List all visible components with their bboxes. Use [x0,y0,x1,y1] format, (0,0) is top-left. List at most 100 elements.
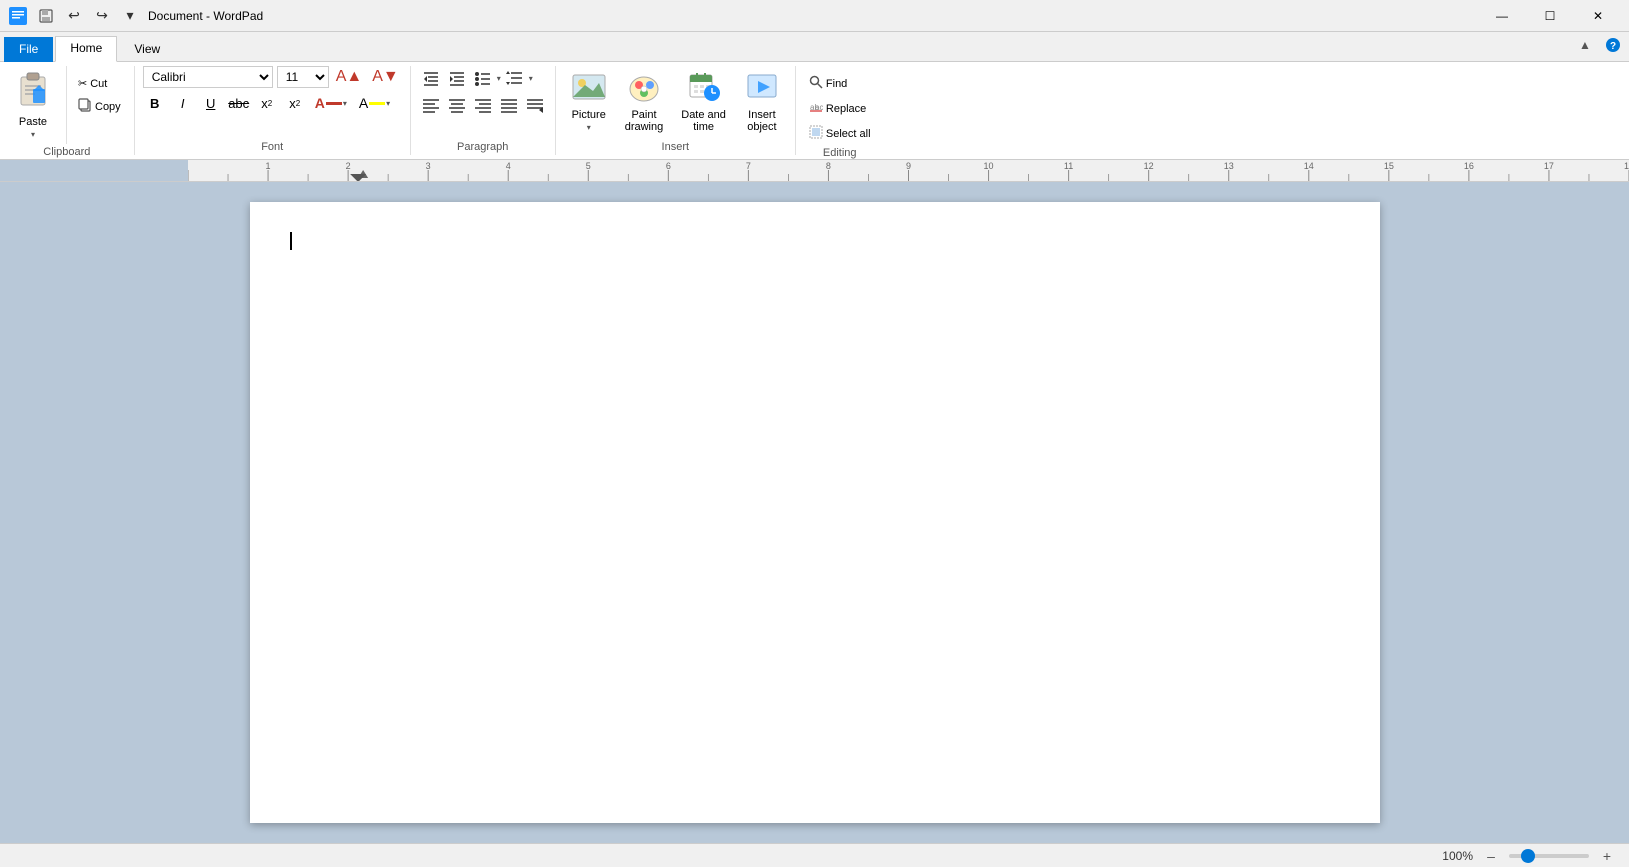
svg-text:15: 15 [1384,161,1394,171]
select-all-button[interactable]: Select all [804,122,876,145]
decrease-indent-button[interactable] [419,66,443,90]
quick-access-toolbar: ↩ ↪ ▾ [34,4,142,28]
font-grow-button[interactable]: A▲ [333,67,366,87]
ruler-left-margin [0,160,188,181]
paragraph-group-content: ▾ ▾ [419,66,547,139]
replace-icon: ab ac [809,100,823,117]
picture-label: Picture [572,109,606,121]
tab-file[interactable]: File [4,37,53,62]
save-button[interactable] [34,4,58,28]
zoom-slider[interactable] [1509,854,1589,858]
customize-qat-button[interactable]: ▾ [118,4,142,28]
date-time-button[interactable]: Date andtime [674,66,733,138]
bullet-list-button[interactable] [471,66,495,90]
clipboard-group-content: Paste ▾ ✂ Cut Copy [8,66,126,144]
maximize-button[interactable]: ☐ [1527,0,1573,32]
window-controls: — ☐ ✕ [1479,0,1621,32]
clipboard-group-label: Clipboard [8,144,126,160]
editing-group: Find ab ac Replace [796,66,884,155]
zoom-in-button[interactable]: + [1597,846,1617,866]
cut-copy-section: ✂ Cut Copy [73,66,126,144]
font-group-label: Font [143,139,402,155]
font-shrink-button[interactable]: A▼ [369,67,402,87]
font-row2: B I U abc x2 x2 A ▾ A ▾ [143,91,395,115]
document-area[interactable] [0,182,1629,843]
paint-drawing-button[interactable]: Paintdrawing [618,66,671,138]
editing-group-content: Find ab ac Replace [804,66,876,145]
zoom-out-button[interactable]: – [1481,846,1501,866]
highlight-icon: A [359,95,368,111]
minimize-button[interactable]: — [1479,0,1525,32]
line-spacing-dropdown: ▾ [529,74,533,83]
svg-text:8: 8 [826,161,831,171]
bold-button[interactable]: B [143,91,167,115]
svg-text:5: 5 [586,161,591,171]
svg-text:14: 14 [1304,161,1314,171]
paste-dropdown-arrow: ▾ [31,130,35,139]
svg-text:17: 17 [1544,161,1554,171]
text-color-icon: A [315,95,325,111]
cut-icon: ✂ [78,77,87,90]
align-left-button[interactable] [419,93,443,117]
superscript-button[interactable]: x2 [283,91,307,115]
line-spacing-button[interactable] [503,66,527,90]
ribbon-controls: ▲ ? [1573,33,1625,61]
paste-button[interactable]: Paste ▾ [8,66,58,144]
text-color-button[interactable]: A ▾ [311,92,351,114]
cut-button[interactable]: ✂ Cut [73,74,126,93]
picture-icon [571,71,607,107]
font-size-select[interactable]: 11 [277,66,329,88]
ltr-button[interactable] [523,93,547,117]
underline-button[interactable]: U [199,91,223,115]
italic-button[interactable]: I [171,91,195,115]
align-center-button[interactable] [445,93,469,117]
help-button[interactable]: ? [1601,33,1625,57]
redo-button[interactable]: ↪ [90,4,114,28]
bullet-list-dropdown: ▾ [497,74,501,83]
copy-button[interactable]: Copy [73,95,126,118]
text-color-dropdown: ▾ [343,99,347,108]
insert-group: Picture ▾ Paintdrawing [556,66,796,155]
insert-object-icon [744,71,780,107]
svg-text:10: 10 [984,161,994,171]
insert-object-button[interactable]: Insertobject [737,66,787,138]
paint-drawing-label: Paintdrawing [625,109,664,133]
clipboard-group: Paste ▾ ✂ Cut Copy [0,66,135,155]
insert-group-content: Picture ▾ Paintdrawing [564,66,787,139]
zoom-level: 100% [1442,849,1473,863]
status-bar: 100% – + [0,843,1629,867]
copy-icon [78,98,92,115]
find-button[interactable]: Find [804,72,852,95]
paint-drawing-icon [626,71,662,107]
window-title: Document - WordPad [148,9,263,23]
close-button[interactable]: ✕ [1575,0,1621,32]
highlight-dropdown: ▾ [386,99,390,108]
font-family-select[interactable]: Calibri [143,66,273,88]
collapse-ribbon-button[interactable]: ▲ [1573,33,1597,57]
subscript-button[interactable]: x2 [255,91,279,115]
svg-text:16: 16 [1464,161,1474,171]
svg-text:1: 1 [266,161,271,171]
paste-icon [17,71,49,114]
document[interactable] [250,202,1380,823]
increase-indent-button[interactable] [445,66,469,90]
picture-dropdown: ▾ [587,123,591,132]
editing-group-label: Editing [804,145,876,161]
paragraph-row1: ▾ ▾ [419,66,533,90]
replace-button[interactable]: ab ac Replace [804,97,871,120]
paste-label: Paste [19,116,47,128]
align-right-button[interactable] [471,93,495,117]
svg-text:12: 12 [1144,161,1154,171]
highlight-button[interactable]: A ▾ [355,92,394,114]
svg-text:7: 7 [746,161,751,171]
justify-button[interactable] [497,93,521,117]
svg-text:2: 2 [346,161,351,171]
undo-button[interactable]: ↩ [62,4,86,28]
tab-home[interactable]: Home [55,36,117,62]
tab-view[interactable]: View [119,37,175,62]
text-cursor [290,232,292,250]
strikethrough-button[interactable]: abc [227,91,251,115]
picture-button[interactable]: Picture ▾ [564,66,614,137]
title-bar: ↩ ↪ ▾ Document - WordPad — ☐ ✕ [0,0,1629,32]
ribbon: Paste ▾ ✂ Cut Copy [0,62,1629,160]
